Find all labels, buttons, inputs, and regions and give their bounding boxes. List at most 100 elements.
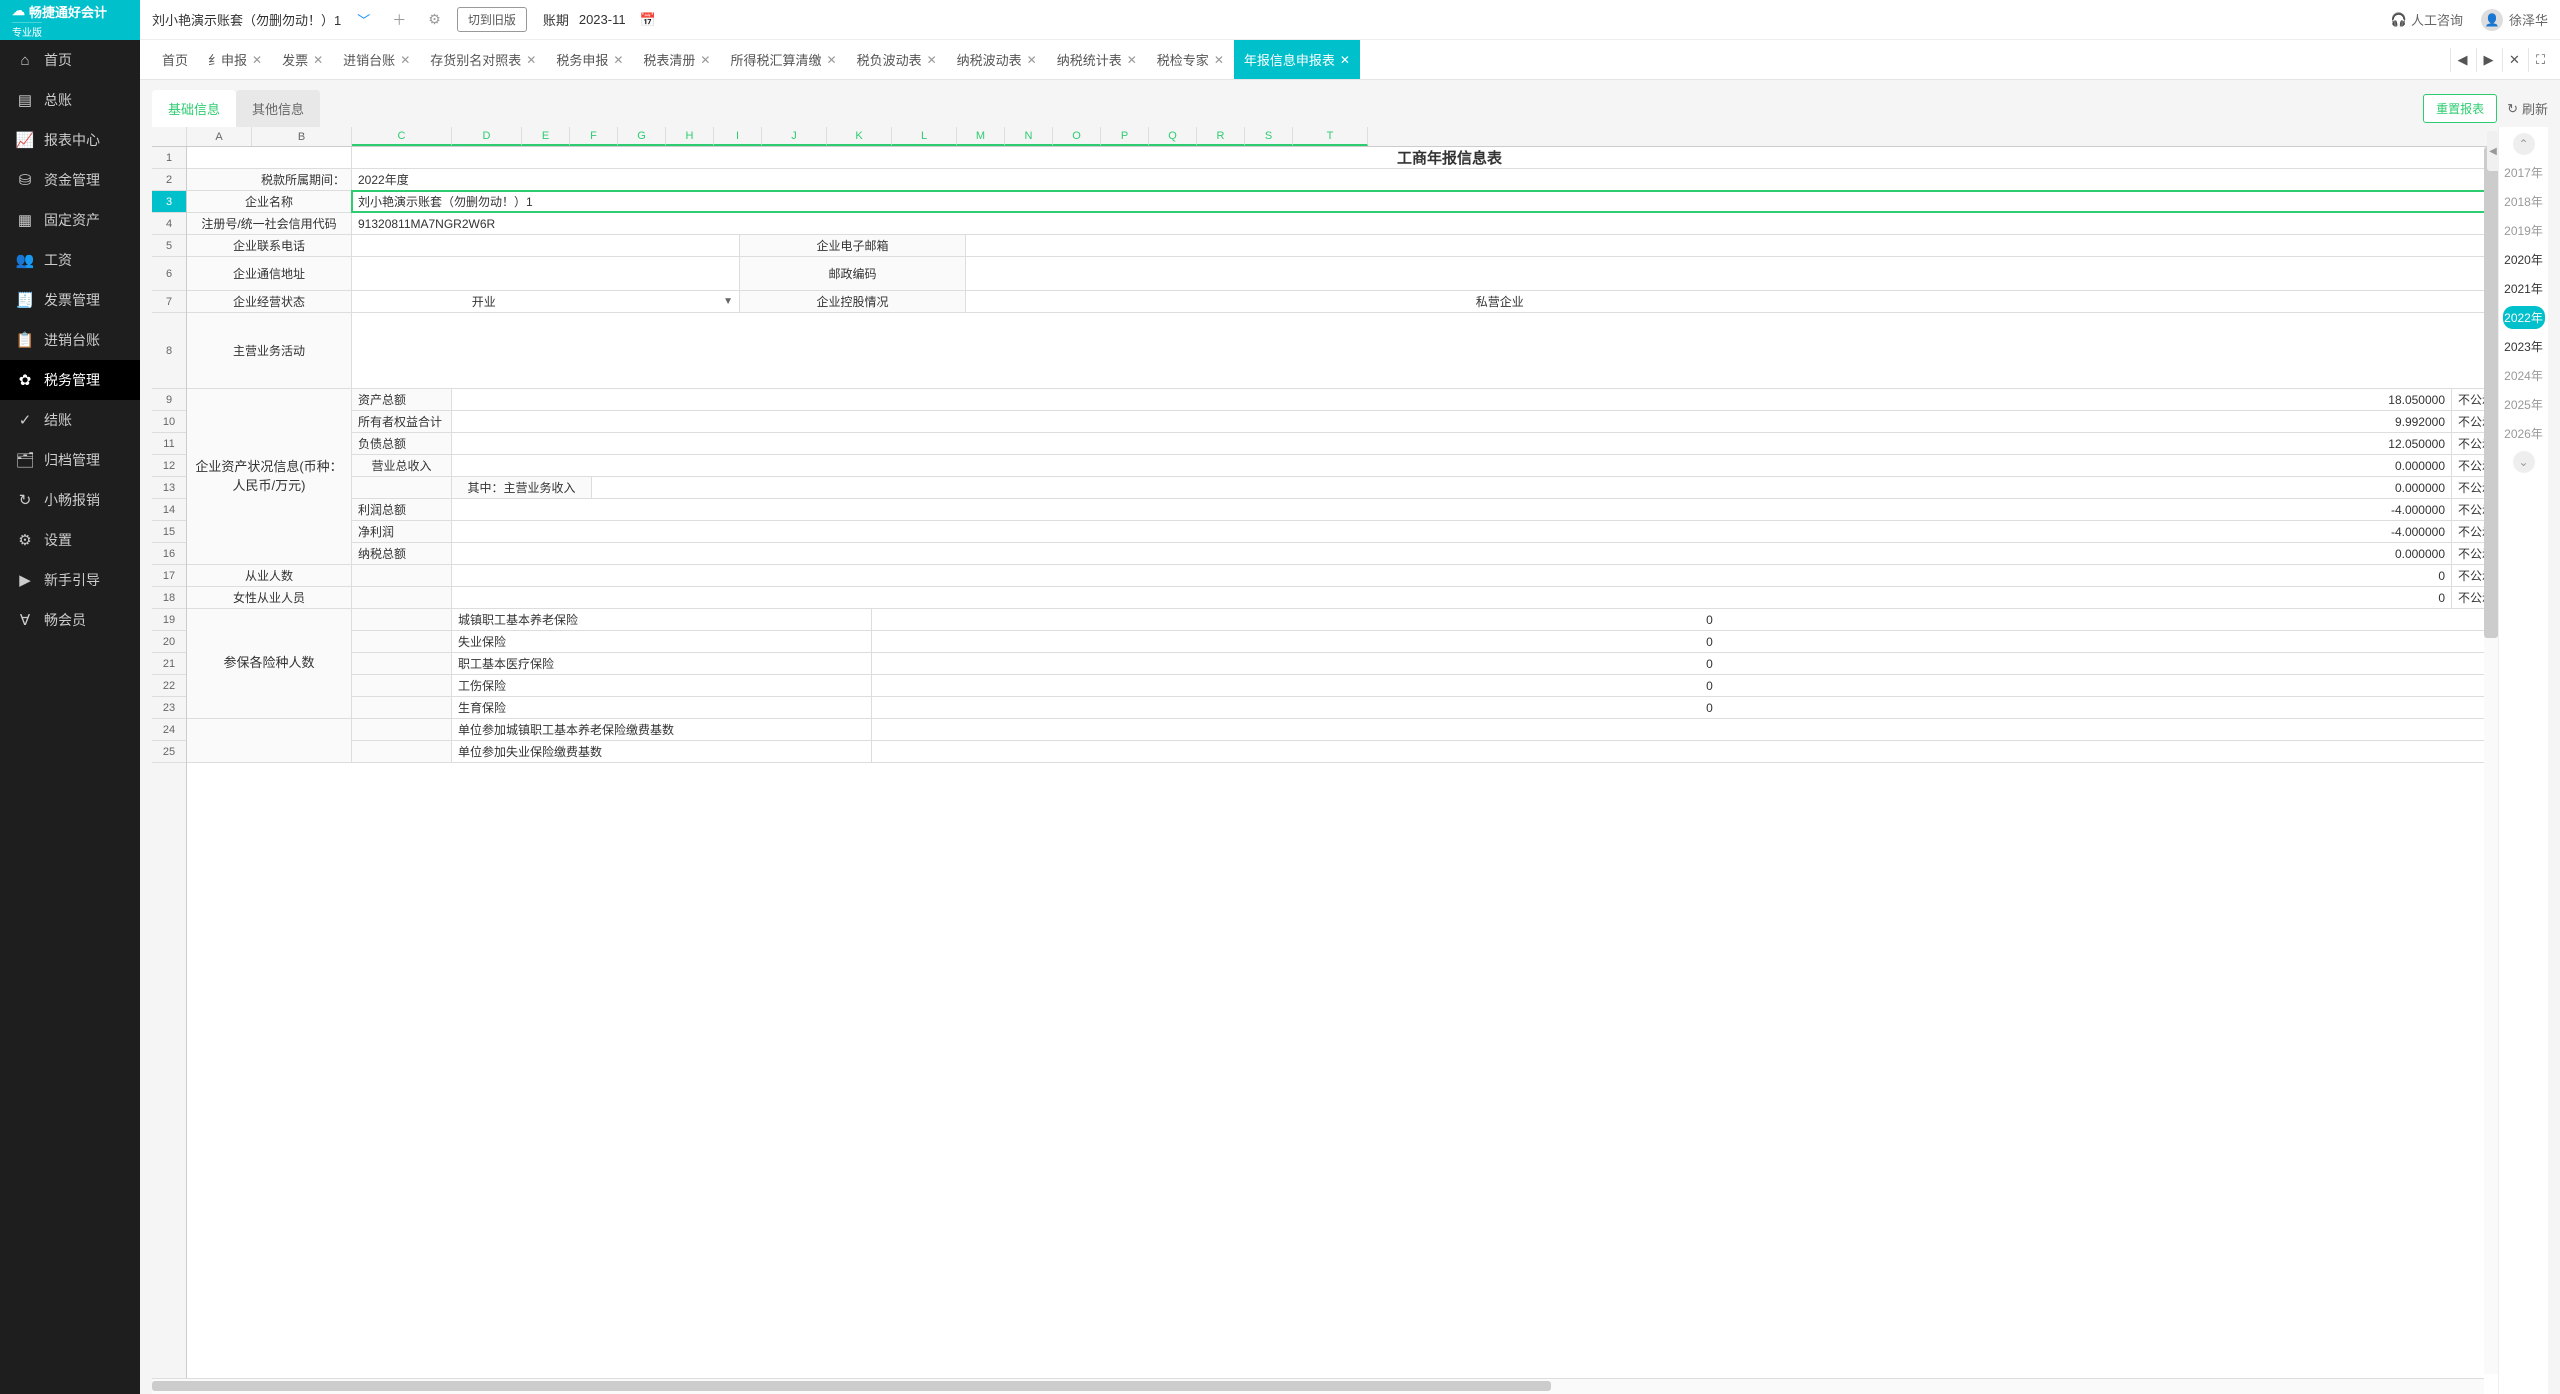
calendar-icon[interactable]: 📅 (640, 12, 656, 28)
close-icon[interactable]: ✕ (613, 53, 623, 67)
col-header[interactable]: B (252, 127, 352, 146)
female-count-value[interactable]: 0 (452, 587, 2452, 608)
sidebar-item[interactable]: 👥工资 (0, 240, 140, 280)
reset-report-button[interactable]: 重置报表 (2423, 94, 2497, 123)
address-value[interactable] (352, 257, 740, 290)
sidebar-item[interactable]: ⛁资金管理 (0, 160, 140, 200)
sidebar-item[interactable]: ↻小畅报销 (0, 480, 140, 520)
postcode-value[interactable] (966, 257, 2548, 290)
close-icon[interactable]: ✕ (252, 53, 262, 67)
user-menu[interactable]: 👤 徐泽华 (2481, 9, 2548, 31)
col-header[interactable]: O (1053, 127, 1101, 146)
grid-body[interactable]: 工商年报信息表 税款所属期间： 2022年度 企业名称 刘小艳演示账套（勿删勿动… (187, 147, 2548, 1378)
tab[interactable]: 纟申报✕ (198, 40, 272, 79)
col-header[interactable]: S (1245, 127, 1293, 146)
employee-count-value[interactable]: 0 (452, 565, 2452, 586)
year-item[interactable]: 2019年 (2503, 219, 2545, 242)
close-icon[interactable]: ✕ (400, 53, 410, 67)
close-icon[interactable]: ✕ (526, 53, 536, 67)
insurance-value[interactable]: 0 (872, 675, 2548, 696)
close-icon[interactable]: ✕ (1340, 53, 1350, 67)
sidebar-item[interactable]: ✿税务管理 (0, 360, 140, 400)
col-header[interactable]: E (522, 127, 570, 146)
sidebar-item[interactable]: ▦固定资产 (0, 200, 140, 240)
reg-no-value[interactable]: 91320811MA7NGR2W6R (352, 213, 2548, 234)
collapse-rail-button[interactable]: ◀ (2487, 131, 2499, 171)
tab[interactable]: 税负波动表✕ (847, 40, 947, 79)
col-header[interactable]: N (1005, 127, 1053, 146)
year-item[interactable]: 2020年 (2503, 248, 2545, 271)
status-dropdown[interactable]: 开业▼ (352, 291, 740, 312)
base-value[interactable]: 0.000000 (872, 741, 2548, 762)
tab[interactable]: 年报信息申报表✕ (1234, 40, 1360, 79)
asset-value[interactable]: -4.000000 (452, 521, 2452, 542)
sidebar-item[interactable]: 📈报表中心 (0, 120, 140, 160)
year-item[interactable]: 2025年 (2503, 393, 2545, 416)
close-icon[interactable]: ✕ (827, 53, 837, 67)
sidebar-item[interactable]: ⌂首页 (0, 40, 140, 80)
col-header[interactable]: C (352, 127, 452, 146)
sidebar-item[interactable]: ▶新手引导 (0, 560, 140, 600)
year-item[interactable]: 2022年 (2503, 306, 2545, 329)
main-biz-value[interactable] (352, 313, 2548, 388)
account-selector[interactable]: 刘小艳演示账套（勿删勿动！）1 (152, 10, 341, 29)
col-header[interactable]: J (762, 127, 827, 146)
col-header[interactable]: M (957, 127, 1005, 146)
inner-tab[interactable]: 基础信息 (152, 90, 236, 127)
close-icon[interactable]: ✕ (1214, 53, 1224, 67)
sidebar-item[interactable]: ✓结账 (0, 400, 140, 440)
year-item[interactable]: 2018年 (2503, 190, 2545, 213)
insurance-value[interactable]: 0 (872, 653, 2548, 674)
asset-value[interactable]: 0.000000 (452, 455, 2452, 476)
col-header[interactable]: H (666, 127, 714, 146)
col-header[interactable]: Q (1149, 127, 1197, 146)
old-version-button[interactable]: 切到旧版 (457, 7, 527, 32)
tabs-close-button[interactable]: ✕ (2502, 48, 2526, 72)
period-value[interactable]: 2023-11 (579, 12, 626, 27)
tab[interactable]: 首页 (152, 40, 198, 79)
insurance-value[interactable]: 0 (872, 697, 2548, 718)
year-item[interactable]: 2023年 (2503, 335, 2545, 358)
insurance-value[interactable]: 0 (872, 609, 2548, 630)
col-header[interactable]: P (1101, 127, 1149, 146)
close-icon[interactable]: ✕ (700, 53, 710, 67)
tab[interactable]: 纳税统计表✕ (1047, 40, 1147, 79)
year-item[interactable]: 2017年 (2503, 161, 2545, 184)
contact-phone-value[interactable] (352, 235, 740, 256)
select-all-corner[interactable] (152, 127, 187, 146)
asset-subvalue[interactable]: 0.000000 (592, 477, 2452, 498)
sidebar-item[interactable]: 📋进销台账 (0, 320, 140, 360)
asset-value[interactable]: -4.000000 (452, 499, 2452, 520)
tab[interactable]: 进销台账✕ (333, 40, 420, 79)
tab[interactable]: 纳税波动表✕ (947, 40, 1047, 79)
sidebar-item[interactable]: ⚙设置 (0, 520, 140, 560)
insurance-value[interactable]: 0 (872, 631, 2548, 652)
col-header[interactable]: R (1197, 127, 1245, 146)
support-link[interactable]: 🎧 人工咨询 (2391, 10, 2463, 29)
year-item[interactable]: 2026年 (2503, 422, 2545, 445)
tabs-prev-button[interactable]: ◀ (2450, 48, 2474, 72)
chevron-down-icon[interactable]: ﹀ (351, 10, 376, 29)
tab[interactable]: 税检专家✕ (1147, 40, 1234, 79)
col-header[interactable]: L (892, 127, 957, 146)
tab[interactable]: 发票✕ (272, 40, 333, 79)
col-header[interactable]: D (452, 127, 522, 146)
sidebar-item[interactable]: 🗂归档管理 (0, 440, 140, 480)
base-value[interactable]: 0.000000 (872, 719, 2548, 740)
holding-dropdown[interactable]: 私营企业▼ (966, 291, 2548, 312)
scroll-up-button[interactable]: ⌃ (2513, 133, 2535, 155)
plus-icon[interactable]: ＋ (386, 10, 412, 30)
refresh-button[interactable]: ↻ 刷新 (2507, 99, 2548, 118)
close-icon[interactable]: ✕ (313, 53, 323, 67)
sidebar-item[interactable]: ∀畅会员 (0, 600, 140, 640)
col-header[interactable]: T (1293, 127, 1368, 146)
col-header[interactable]: F (570, 127, 618, 146)
col-header[interactable]: K (827, 127, 892, 146)
tab[interactable]: 税表清册✕ (633, 40, 720, 79)
vertical-scrollbar[interactable] (2484, 147, 2498, 1374)
sidebar-item[interactable]: ▤总账 (0, 80, 140, 120)
horizontal-scrollbar[interactable] (152, 1378, 2484, 1394)
scroll-down-button[interactable]: ⌄ (2513, 451, 2535, 473)
asset-value[interactable]: 9.992000 (452, 411, 2452, 432)
year-item[interactable]: 2021年 (2503, 277, 2545, 300)
